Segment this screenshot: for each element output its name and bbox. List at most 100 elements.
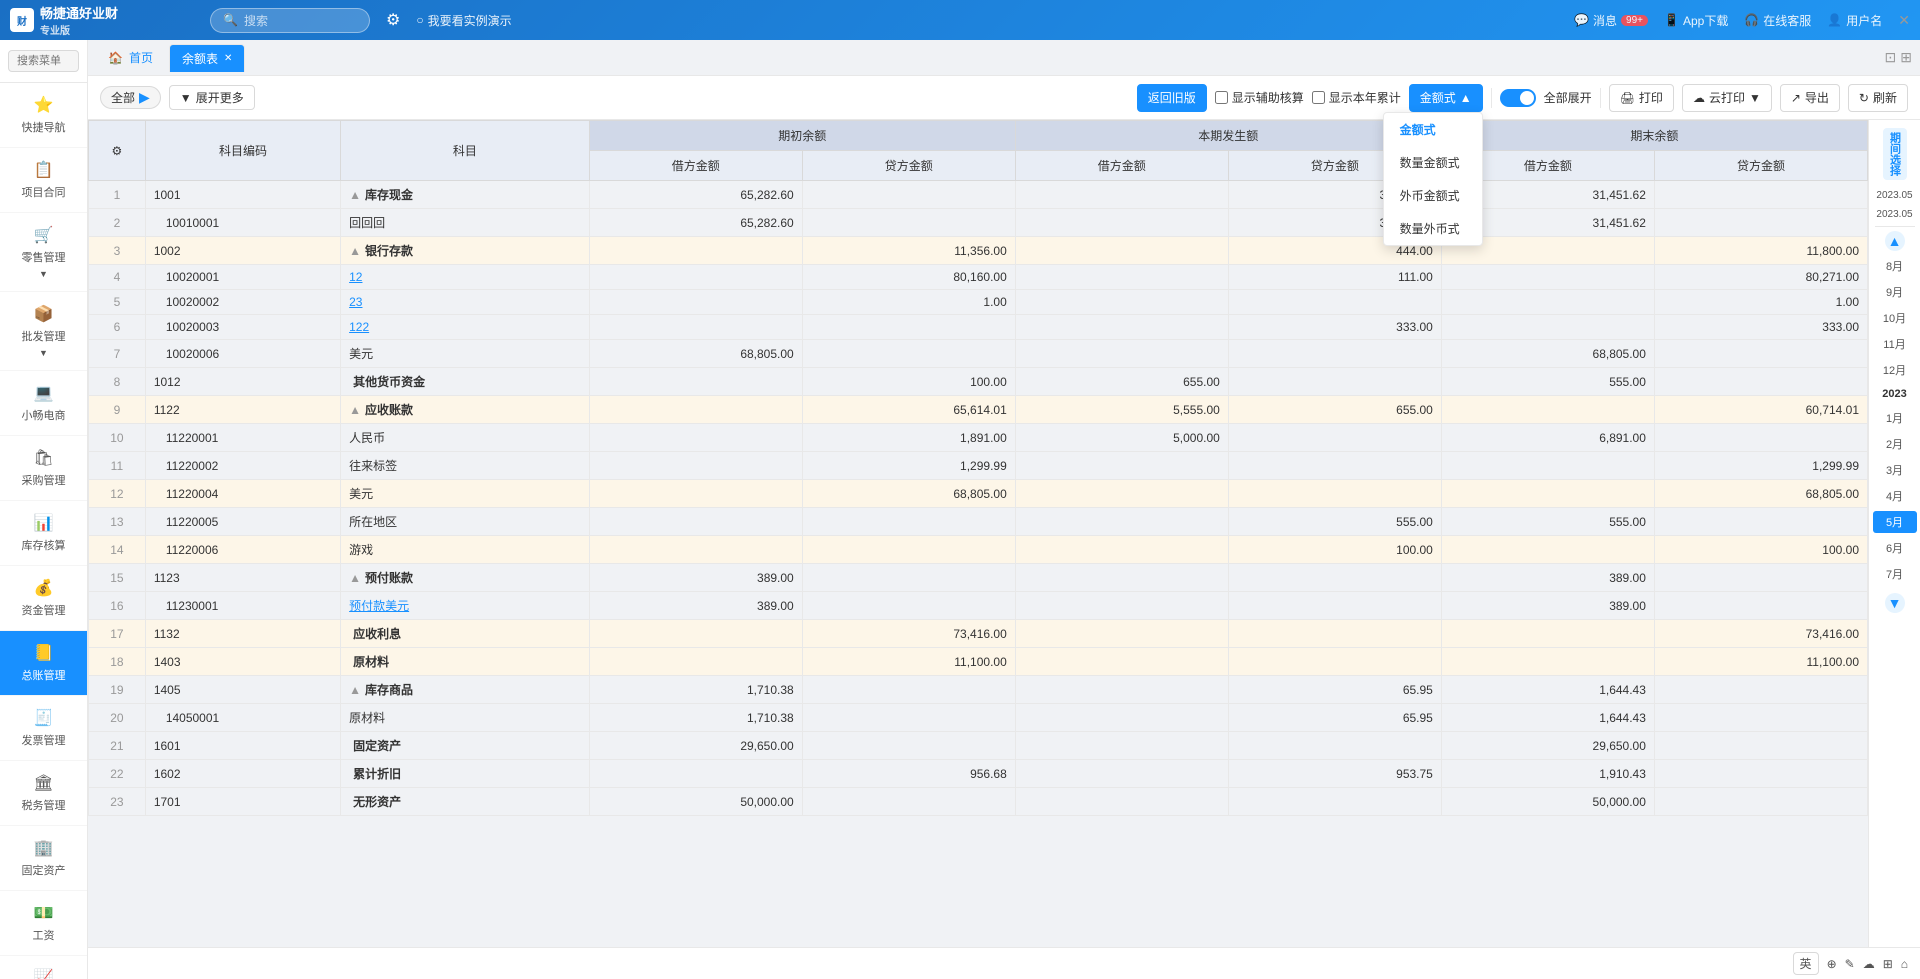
format-option-amount[interactable]: 金额式 (1384, 113, 1482, 146)
window-restore-icon[interactable]: ⊡ (1885, 49, 1897, 66)
rp-nav-down[interactable]: ▼ (1885, 593, 1905, 613)
table-row[interactable]: 1 1001 ▲库存现金 65,282.60 33,830.98 31,451.… (89, 181, 1868, 209)
export-btn[interactable]: ↗ 导出 (1780, 84, 1840, 112)
bottom-grid-icon[interactable]: ⊞ (1883, 957, 1893, 971)
rp-month-3[interactable]: 3月 (1873, 459, 1917, 481)
bottom-cloud-icon[interactable]: ☁ (1863, 957, 1875, 971)
show-aux-input[interactable] (1215, 91, 1228, 104)
format-option-foreign[interactable]: 外币金额式 (1384, 179, 1482, 212)
table-row[interactable]: 17 1132 应收利息 73,416.00 73,416.00 (89, 620, 1868, 648)
table-row[interactable]: 14 11220006 游戏 100.00 100.00 (89, 536, 1868, 564)
rp-month-4[interactable]: 4月 (1873, 485, 1917, 507)
table-row[interactable]: 22 1602 累计折旧 956.68 953.75 1,910.43 (89, 760, 1868, 788)
expand-icon[interactable]: ▲ (349, 403, 361, 417)
sidebar-item-salary[interactable]: 💵 工资 (0, 891, 87, 956)
all-expand-toggle[interactable] (1500, 89, 1536, 107)
tab-close-icon[interactable]: ✕ (224, 53, 232, 64)
user-avatar[interactable]: 👤 用户名 (1827, 12, 1882, 29)
show-annual-checkbox[interactable]: 显示本年累计 (1312, 89, 1401, 106)
account-name[interactable]: 固定资产 (353, 739, 401, 753)
account-name[interactable]: 无形资产 (353, 795, 401, 809)
return-old-btn[interactable]: 返回旧版 (1137, 84, 1207, 112)
table-row[interactable]: 2 10010001 回回回 65,282.60 33,830.98 31,45… (89, 209, 1868, 237)
rp-month-5[interactable]: 5月 (1873, 511, 1917, 533)
table-row[interactable]: 7 10020006 美元 68,805.00 68,805.00 (89, 340, 1868, 368)
cloud-print-btn[interactable]: ☁ 云打印 ▼ (1682, 84, 1772, 112)
format-dropdown-btn[interactable]: 金额式 ▲ (1409, 84, 1483, 112)
table-row[interactable]: 12 11220004 美元 68,805.00 68,805.00 (89, 480, 1868, 508)
table-row[interactable]: 10 11220001 人民币 1,891.00 5,000.00 6,891.… (89, 424, 1868, 452)
rp-month-11[interactable]: 11月 (1873, 333, 1917, 355)
table-row[interactable]: 21 1601 固定资产 29,650.00 29,650.00 (89, 732, 1868, 760)
account-name-cell[interactable]: ▲ 库存商品 (341, 676, 590, 704)
tab-balance-sheet[interactable]: 余额表 ✕ (169, 44, 245, 72)
account-name-cell[interactable]: 其他货币资金 (341, 368, 590, 396)
table-row[interactable]: 6 10020003 122 333.00 333.00 (89, 315, 1868, 340)
table-row[interactable]: 9 1122 ▲应收账款 65,614.01 5,555.00 655.00 6… (89, 396, 1868, 424)
account-name[interactable]: 应收利息 (353, 627, 401, 641)
table-row[interactable]: 8 1012 其他货币资金 100.00 655.00 555.00 (89, 368, 1868, 396)
rp-nav-up[interactable]: ▲ (1885, 231, 1905, 251)
account-name-cell[interactable]: 累计折旧 (341, 760, 590, 788)
down-arrow-icon[interactable]: ▼ (1885, 593, 1905, 613)
up-arrow-icon[interactable]: ▲ (1885, 231, 1905, 251)
window-max-icon[interactable]: ⊞ (1900, 49, 1912, 66)
rp-month-8[interactable]: 8月 (1873, 255, 1917, 277)
account-name[interactable]: 预付账款 (365, 571, 413, 585)
account-name[interactable]: 库存商品 (365, 683, 413, 697)
account-name-link[interactable]: 122 (349, 320, 369, 334)
tab-home[interactable]: 🏠 首页 (96, 44, 165, 72)
account-name-cell[interactable]: 预付款美元 (341, 592, 590, 620)
table-row[interactable]: 16 11230001 预付款美元 389.00 389.00 (89, 592, 1868, 620)
account-name-cell[interactable]: 无形资产 (341, 788, 590, 816)
account-name-cell[interactable]: 原材料 (341, 648, 590, 676)
sidebar-item-operation[interactable]: 📈 经营管理 (0, 956, 87, 979)
expand-icon[interactable]: ▲ (349, 571, 361, 585)
rp-month-2[interactable]: 2月 (1873, 433, 1917, 455)
rp-month-9[interactable]: 9月 (1873, 281, 1917, 303)
rp-month-6[interactable]: 6月 (1873, 537, 1917, 559)
print-btn[interactable]: 🖨 打印 (1609, 84, 1674, 112)
table-row[interactable]: 15 1123 ▲预付账款 389.00 389.00 (89, 564, 1868, 592)
account-name[interactable]: 累计折旧 (353, 767, 401, 781)
table-row[interactable]: 18 1403 原材料 11,100.00 11,100.00 (89, 648, 1868, 676)
table-settings-th[interactable]: ⚙ (89, 121, 146, 181)
bottom-edit-icon[interactable]: ✎ (1845, 957, 1855, 971)
expand-icon[interactable]: ▲ (349, 683, 361, 697)
account-name[interactable]: 银行存款 (365, 244, 413, 258)
refresh-btn[interactable]: ↻ 刷新 (1848, 84, 1908, 112)
account-name-link[interactable]: 预付款美元 (349, 599, 409, 613)
demo-link[interactable]: ○ 我要看实例演示 (416, 12, 511, 29)
sidebar-item-purchase[interactable]: 🛍 采购管理 (0, 436, 87, 501)
message-btn[interactable]: 💬 消息 99+ (1574, 12, 1648, 29)
table-row[interactable]: 5 10020002 23 1.00 1.00 (89, 290, 1868, 315)
account-name-cell[interactable]: ▲银行存款 (341, 237, 590, 265)
account-name-cell[interactable]: 应收利息 (341, 620, 590, 648)
sidebar-item-invoice[interactable]: 🧾 发票管理 (0, 696, 87, 761)
rp-month-1[interactable]: 1月 (1873, 407, 1917, 429)
show-annual-input[interactable] (1312, 91, 1325, 104)
account-name-link[interactable]: 23 (349, 295, 362, 309)
sidebar-item-quick-nav[interactable]: ⭐ 快捷导航 (0, 83, 87, 148)
rp-month-10[interactable]: 10月 (1873, 307, 1917, 329)
bottom-home-icon[interactable]: ⌂ (1901, 957, 1908, 971)
account-name[interactable]: 原材料 (353, 655, 389, 669)
sidebar-item-wholesale[interactable]: 📦 批发管理 ▼ (0, 292, 87, 371)
format-option-qty-amount[interactable]: 数量金额式 (1384, 146, 1482, 179)
account-name-cell[interactable]: ▲应收账款 (341, 396, 590, 424)
filter-all-tag[interactable]: 全部 ▶ (100, 86, 161, 109)
online-service-btn[interactable]: 🎧 在线客服 (1744, 12, 1811, 29)
expand-icon[interactable]: ▲ (349, 188, 361, 202)
sidebar-item-retail[interactable]: 🛒 零售管理 ▼ (0, 213, 87, 292)
account-name-cell[interactable]: 固定资产 (341, 732, 590, 760)
table-row[interactable]: 3 1002 ▲银行存款 11,356.00 444.00 11,800.00 (89, 237, 1868, 265)
table-wrapper[interactable]: ⚙ 科目编码 科目 期初余额 本期发生额 期末余额 借方金额 贷方金额 借方金额… (88, 120, 1868, 947)
account-name-cell[interactable]: 122 (341, 315, 590, 340)
app-download-btn[interactable]: 📱 App下载 (1664, 12, 1728, 29)
rp-month-12[interactable]: 12月 (1873, 359, 1917, 381)
account-name-cell[interactable]: ▲库存现金 (341, 181, 590, 209)
account-name-cell[interactable]: 12 (341, 265, 590, 290)
search-bar[interactable]: 🔍 搜索 (210, 8, 370, 33)
period-label[interactable]: 期间选择 (1883, 128, 1907, 180)
table-row[interactable]: 11 11220002 往来标签 1,299.99 1,299.99 (89, 452, 1868, 480)
